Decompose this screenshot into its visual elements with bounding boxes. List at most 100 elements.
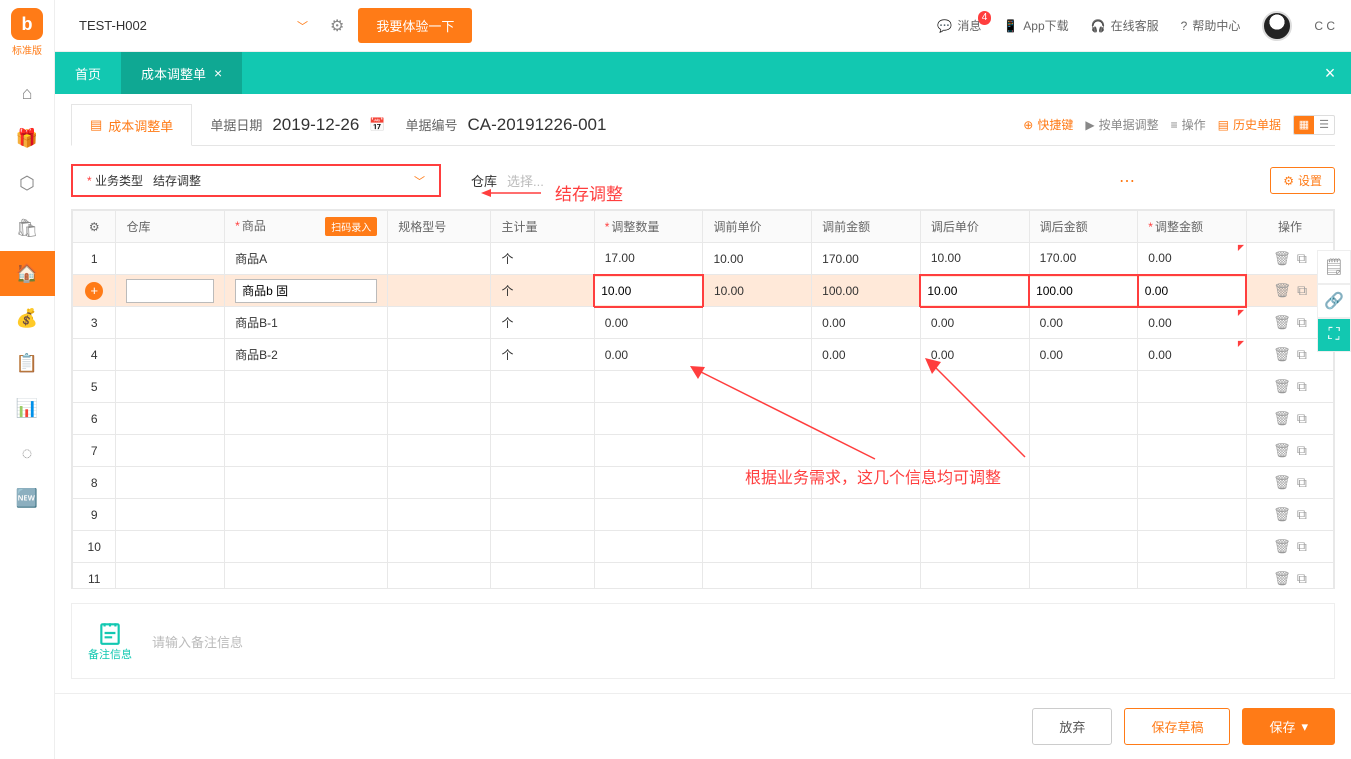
add-row-button[interactable]: + <box>85 282 103 300</box>
delete-icon[interactable]: 🗑 <box>1273 538 1291 554</box>
brand-edition: 标准版 <box>12 42 42 57</box>
warehouse-input[interactable] <box>126 279 214 303</box>
table-row[interactable]: +个10.00100.00🗑⧉ <box>73 275 1334 307</box>
doc-type-tab[interactable]: ▤ 成本调整单 <box>71 104 192 146</box>
hotkey-action[interactable]: ⊕快捷键 <box>1023 116 1073 133</box>
table-row[interactable]: 11🗑⧉ <box>73 563 1334 590</box>
copy-icon[interactable]: ⧉ <box>1297 538 1307 554</box>
nav-gift-icon[interactable]: 🎁 <box>0 116 55 161</box>
settings-button[interactable]: ⚙设置 <box>1270 167 1335 194</box>
table-row[interactable]: 7🗑⧉ <box>73 435 1334 467</box>
table-row[interactable]: 10🗑⧉ <box>73 531 1334 563</box>
col-post-price: 调后单价 <box>920 211 1029 243</box>
discard-button[interactable]: 放弃 <box>1032 708 1112 745</box>
business-type-select[interactable]: * 业务类型 结存调整 ﹀ <box>71 164 441 197</box>
view-toggle[interactable]: ▦☰ <box>1293 115 1335 135</box>
copy-icon[interactable]: ⧉ <box>1297 474 1307 490</box>
nav-report-icon[interactable]: 📊 <box>0 386 55 431</box>
copy-icon[interactable]: ⧉ <box>1297 442 1307 458</box>
copy-icon[interactable]: ⧉ <box>1297 346 1307 362</box>
footer-actions: 放弃 保存草稿 保存▾ <box>55 693 1351 759</box>
save-button[interactable]: 保存▾ <box>1242 708 1335 745</box>
delete-icon[interactable]: 🗑 <box>1273 506 1291 522</box>
save-draft-button[interactable]: 保存草稿 <box>1124 708 1230 745</box>
delete-icon[interactable]: 🗑 <box>1273 346 1291 362</box>
nav-bag-icon[interactable]: 🛍 <box>0 206 55 251</box>
help-center-link[interactable]: ? 帮助中心 <box>1181 17 1241 34</box>
brand-logo: b <box>11 8 43 40</box>
delete-icon[interactable]: 🗑 <box>1273 474 1291 490</box>
table-row[interactable]: 1商品A个17.0010.00170.0010.00170.00◤0.00🗑⧉ <box>73 243 1334 275</box>
table-row[interactable]: 6🗑⧉ <box>73 403 1334 435</box>
tab-bar: 首页 成本调整单× × <box>55 52 1351 94</box>
operation-action[interactable]: ≡操作 <box>1171 116 1206 133</box>
nav-house-icon[interactable]: ⬡ <box>0 161 55 206</box>
close-icon[interactable]: × <box>214 65 222 81</box>
delete-icon[interactable]: 🗑 <box>1273 378 1291 394</box>
nav-money-icon[interactable]: 💰 <box>0 296 55 341</box>
qty-input[interactable] <box>595 277 702 305</box>
chevron-down-icon: ﹀ <box>297 18 308 34</box>
table-row[interactable]: 3商品B-1个0.000.000.000.00◤0.00🗑⧉ <box>73 307 1334 339</box>
product-input[interactable] <box>235 279 377 303</box>
customer-service-link[interactable]: 🎧 在线客服 <box>1091 17 1159 34</box>
experience-button[interactable]: 我要体验一下 <box>358 8 472 43</box>
copy-icon[interactable]: ⧉ <box>1297 314 1307 330</box>
more-icon[interactable]: ⋯ <box>1119 171 1135 191</box>
copy-icon[interactable]: ⧉ <box>1297 570 1307 586</box>
col-product: *商品扫码录入 <box>225 211 388 243</box>
table-row[interactable]: 4商品B-2个0.000.000.000.00◤0.00🗑⧉ <box>73 339 1334 371</box>
nav-warehouse-icon[interactable]: 🏠 <box>0 251 55 296</box>
post-price-input[interactable] <box>921 277 1028 305</box>
history-action[interactable]: ▤历史单据 <box>1218 116 1281 133</box>
col-pre-amt: 调前金额 <box>812 211 921 243</box>
note-input[interactable]: 请输入备注信息 <box>152 632 243 651</box>
copy-icon[interactable]: ⧉ <box>1297 250 1307 266</box>
chevron-down-icon: ﹀ <box>414 173 425 189</box>
post-amt-input[interactable] <box>1030 277 1137 305</box>
delete-icon[interactable]: 🗑 <box>1273 410 1291 426</box>
doc-date[interactable]: 2019-12-26 <box>272 115 359 135</box>
document-header: ▤ 成本调整单 单据日期 2019-12-26 📅 单据编号 CA-201912… <box>71 104 1335 146</box>
col-post-amt: 调后金额 <box>1029 211 1138 243</box>
nav-clipboard-icon[interactable]: 📋 <box>0 341 55 386</box>
nav-home-icon[interactable]: ⌂ <box>0 71 55 116</box>
phone-icon: 📱 <box>1003 19 1018 33</box>
user-name: C C <box>1314 19 1335 33</box>
delete-icon[interactable]: 🗑 <box>1273 314 1291 330</box>
rs-note-icon[interactable]: 🗒 <box>1317 250 1351 284</box>
delete-icon[interactable]: 🗑 <box>1273 442 1291 458</box>
tab-cost-adjust[interactable]: 成本调整单× <box>121 52 242 94</box>
nav-new-icon[interactable]: 🆕 <box>0 476 55 521</box>
single-adjust-action[interactable]: ▶按单据调整 <box>1085 116 1158 133</box>
table-row[interactable]: 9🗑⧉ <box>73 499 1334 531</box>
message-icon: 💬 <box>937 19 952 33</box>
gear-icon[interactable]: ⚙ <box>330 16 344 36</box>
rs-expand-icon[interactable]: ⛶ <box>1317 318 1351 352</box>
nav-cycle-icon[interactable]: ◌ <box>0 431 55 476</box>
calendar-icon[interactable]: 📅 <box>369 117 385 133</box>
delete-icon[interactable]: 🗑 <box>1273 250 1291 266</box>
data-table: ⚙ 仓库 *商品扫码录入 规格型号 主计量 *调整数量 调前单价 调前金额 调后… <box>71 209 1335 589</box>
messages-link[interactable]: 💬 消息 4 <box>937 17 981 34</box>
table-row[interactable]: 5🗑⧉ <box>73 371 1334 403</box>
topbar: TEST-H002 ﹀ ⚙ 我要体验一下 💬 消息 4 📱 App下载 🎧 在线… <box>55 0 1351 52</box>
avatar[interactable] <box>1262 11 1292 41</box>
gear-icon: ⚙ <box>1283 174 1294 188</box>
app-download-link[interactable]: 📱 App下载 <box>1003 17 1068 34</box>
table-row[interactable]: 8🗑⧉ <box>73 467 1334 499</box>
doc-icon: ▤ <box>90 117 102 133</box>
tab-home[interactable]: 首页 <box>55 52 121 94</box>
scan-button[interactable]: 扫码录入 <box>325 217 377 236</box>
tabbar-close-button[interactable]: × <box>1309 52 1351 94</box>
delete-icon[interactable]: 🗑 <box>1273 282 1291 298</box>
copy-icon[interactable]: ⧉ <box>1297 378 1307 394</box>
copy-icon[interactable]: ⧉ <box>1297 410 1307 426</box>
org-selector[interactable]: TEST-H002 ﹀ <box>71 11 316 41</box>
rs-link-icon[interactable]: 🔗 <box>1317 284 1351 318</box>
copy-icon[interactable]: ⧉ <box>1297 282 1307 298</box>
gear-header[interactable]: ⚙ <box>73 211 116 243</box>
delete-icon[interactable]: 🗑 <box>1273 570 1291 586</box>
adj-amt-input[interactable] <box>1139 277 1246 305</box>
copy-icon[interactable]: ⧉ <box>1297 506 1307 522</box>
